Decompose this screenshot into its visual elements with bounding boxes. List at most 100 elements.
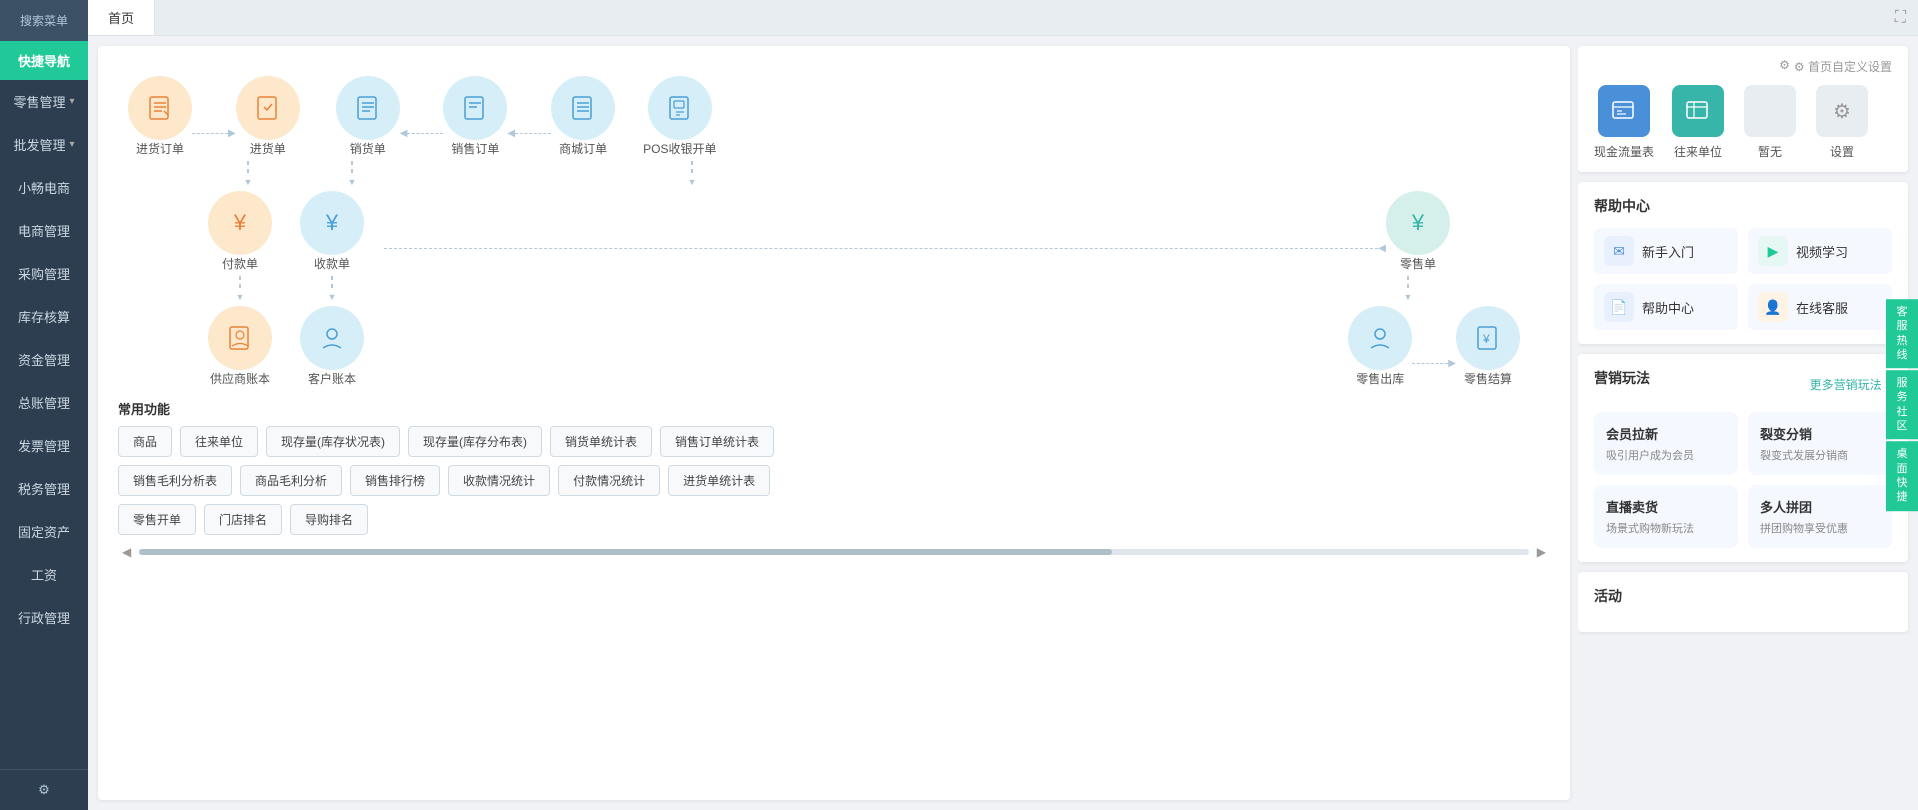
content-area: 进货订单 ▶ xyxy=(88,36,1918,810)
sales-order-label: 销售订单 xyxy=(451,140,499,157)
fission-title: 裂变分销 xyxy=(1760,424,1880,443)
sidebar-item-finance[interactable]: 资金管理 xyxy=(0,338,88,381)
member-title: 会员拉新 xyxy=(1606,424,1726,443)
tab-home[interactable]: 首页 xyxy=(88,0,155,35)
node-retail[interactable]: ¥ 零售单 xyxy=(1386,191,1450,272)
btn-payment-stat[interactable]: 付款情况统计 xyxy=(558,465,660,496)
sidebar-settings[interactable]: ⚙ xyxy=(0,769,88,810)
node-supplier-book[interactable]: 供应商账本 xyxy=(208,306,272,387)
beginner-label: 新手入门 xyxy=(1642,242,1694,261)
sales-label: 销货单 xyxy=(350,140,386,157)
btn-sales-stat[interactable]: 销货单统计表 xyxy=(550,426,652,457)
marketing-item-live[interactable]: 直播卖货 场景式购物新玩法 xyxy=(1594,485,1738,548)
help-item-video[interactable]: ▶ 视频学习 xyxy=(1748,228,1892,274)
connector-4: ▶ xyxy=(1412,358,1456,369)
node-customer-book[interactable]: 客户账本 xyxy=(300,306,364,387)
common-buttons-row2: 销售毛利分析表 商品毛利分析 销售排行榜 收款情况统计 付款情况统计 进货单统计… xyxy=(118,465,1550,496)
sidebar: 搜索菜单 快捷导航 零售管理 ▾ 批发管理 ▾ 小畅电商 电商管理 采购管理 库… xyxy=(0,0,88,810)
node-purchase-order[interactable]: 进货订单 xyxy=(128,76,192,157)
btn-purchase-stat[interactable]: 进货单统计表 xyxy=(668,465,770,496)
help-item-beginner[interactable]: ✉ 新手入门 xyxy=(1594,228,1738,274)
sidebar-item-purchase[interactable]: 采购管理 xyxy=(0,252,88,295)
btn-stock-dist[interactable]: 现存量(库存分布表) xyxy=(408,426,542,457)
connector-2: ◀ xyxy=(400,128,444,139)
help-item-help[interactable]: 📄 帮助中心 xyxy=(1594,284,1738,330)
sidebar-item-retail[interactable]: 零售管理 ▾ xyxy=(0,80,88,123)
sidebar-item-wholesale[interactable]: 批发管理 ▾ xyxy=(0,123,88,166)
scroll-left-arrow[interactable]: ◀ xyxy=(118,543,135,561)
float-btn-community[interactable]: 服务社区 xyxy=(1886,370,1918,439)
float-btn-desktop[interactable]: 桌面快捷 xyxy=(1886,442,1918,511)
scroll-right-arrow[interactable]: ▶ xyxy=(1533,543,1550,561)
sidebar-item-tax[interactable]: 税务管理 xyxy=(0,467,88,510)
help-title: 帮助中心 xyxy=(1594,196,1892,216)
quick-nav-none[interactable]: 暂无 xyxy=(1742,85,1798,160)
btn-sales-rank[interactable]: 销售排行榜 xyxy=(350,465,440,496)
btn-units[interactable]: 往来单位 xyxy=(180,426,258,457)
sidebar-item-salary[interactable]: 工资 xyxy=(0,553,88,596)
btn-store-rank[interactable]: 门店排名 xyxy=(204,504,282,535)
node-sales[interactable]: 销货单 xyxy=(336,76,400,157)
sidebar-item-ecommerce[interactable]: 电商管理 xyxy=(0,209,88,252)
node-payment[interactable]: ¥ 付款单 xyxy=(208,191,272,272)
quick-nav-settings[interactable]: ⚙ 设置 xyxy=(1814,85,1870,160)
btn-sales-profit[interactable]: 销售毛利分析表 xyxy=(118,465,232,496)
quick-nav-items: 现金流量表 往来单位 暂 xyxy=(1594,85,1892,160)
marketing-grid: 会员拉新 吸引用户成为会员 裂变分销 裂变式发展分销商 直播卖货 场景式购物新玩… xyxy=(1594,412,1892,548)
horizontal-scrollbar: ◀ ▶ xyxy=(118,543,1550,561)
marketing-title: 营销玩法 xyxy=(1594,368,1650,388)
quick-nav-cashflow[interactable]: 现金流量表 xyxy=(1594,85,1654,160)
settings-icon: ⚙ xyxy=(1816,85,1868,137)
sidebar-item-ecommerce-small[interactable]: 小畅电商 xyxy=(0,166,88,209)
mall-order-icon xyxy=(551,76,615,140)
float-btn-service[interactable]: 客服热线 xyxy=(1886,299,1918,368)
sidebar-item-assets[interactable]: 固定资产 xyxy=(0,510,88,553)
flow-panel: 进货订单 ▶ xyxy=(98,46,1570,800)
scroll-track[interactable] xyxy=(139,549,1529,555)
node-retail-settlement[interactable]: ¥ 零售结算 xyxy=(1456,306,1520,387)
node-mall-order[interactable]: 商城订单 xyxy=(551,76,615,157)
gear-icon: ⚙ xyxy=(1779,58,1790,75)
btn-guide-rank[interactable]: 导购排名 xyxy=(290,504,368,535)
node-pos[interactable]: POS收银开单 xyxy=(643,76,716,157)
retail-icon: ¥ xyxy=(1386,191,1450,255)
help-item-support[interactable]: 👤 在线客服 xyxy=(1748,284,1892,330)
marketing-item-member[interactable]: 会员拉新 吸引用户成为会员 xyxy=(1594,412,1738,475)
node-purchase[interactable]: 进货单 xyxy=(236,76,300,157)
pos-icon xyxy=(648,76,712,140)
receipt-icon: ¥ xyxy=(300,191,364,255)
btn-receipt-stat[interactable]: 收款情况统计 xyxy=(448,465,550,496)
marketing-item-group[interactable]: 多人拼团 拼团购物享受优惠 xyxy=(1748,485,1892,548)
marketing-panel: 营销玩法 更多营销玩法 > 会员拉新 吸引用户成为会员 裂变分销 裂变式发展分销… xyxy=(1578,354,1908,562)
customize-settings[interactable]: ⚙ ⚙ 首页自定义设置 xyxy=(1594,58,1892,75)
fullscreen-icon[interactable]: ⛶ xyxy=(1895,9,1918,27)
node-receipt[interactable]: ¥ 收款单 xyxy=(300,191,364,272)
sidebar-item-ledger[interactable]: 总账管理 xyxy=(0,381,88,424)
activity-panel: 活动 xyxy=(1578,572,1908,632)
sidebar-item-invoice[interactable]: 发票管理 xyxy=(0,424,88,467)
live-desc: 场景式购物新玩法 xyxy=(1606,520,1726,536)
svg-text:¥: ¥ xyxy=(1482,332,1490,346)
support-icon: 👤 xyxy=(1758,292,1788,322)
retail-outbound-label: 零售出库 xyxy=(1356,370,1404,387)
video-label: 视频学习 xyxy=(1796,242,1848,261)
btn-goods[interactable]: 商品 xyxy=(118,426,172,457)
sales-icon xyxy=(336,76,400,140)
help-grid: ✉ 新手入门 ▶ 视频学习 📄 帮助中心 👤 在线客服 xyxy=(1594,228,1892,330)
btn-sales-order-stat[interactable]: 销售订单统计表 xyxy=(660,426,774,457)
btn-retail-order[interactable]: 零售开单 xyxy=(118,504,196,535)
node-sales-order[interactable]: 销售订单 xyxy=(443,76,507,157)
quick-nav-units[interactable]: 往来单位 xyxy=(1670,85,1726,160)
purchase-label: 进货单 xyxy=(250,140,286,157)
sidebar-item-inventory[interactable]: 库存核算 xyxy=(0,295,88,338)
marketing-item-fission[interactable]: 裂变分销 裂变式发展分销商 xyxy=(1748,412,1892,475)
marketing-more[interactable]: 更多营销玩法 > xyxy=(1810,376,1892,393)
sidebar-search[interactable]: 搜索菜单 xyxy=(0,0,88,41)
btn-stock-status[interactable]: 现存量(库存状况表) xyxy=(266,426,400,457)
sidebar-item-admin[interactable]: 行政管理 xyxy=(0,596,88,639)
none-icon xyxy=(1744,85,1796,137)
common-buttons-row1: 商品 往来单位 现存量(库存状况表) 现存量(库存分布表) 销货单统计表 销售订… xyxy=(118,426,1550,457)
node-retail-outbound[interactable]: 零售出库 xyxy=(1348,306,1412,387)
float-buttons: 客服热线 服务社区 桌面快捷 xyxy=(1886,299,1918,511)
btn-goods-profit[interactable]: 商品毛利分析 xyxy=(240,465,342,496)
